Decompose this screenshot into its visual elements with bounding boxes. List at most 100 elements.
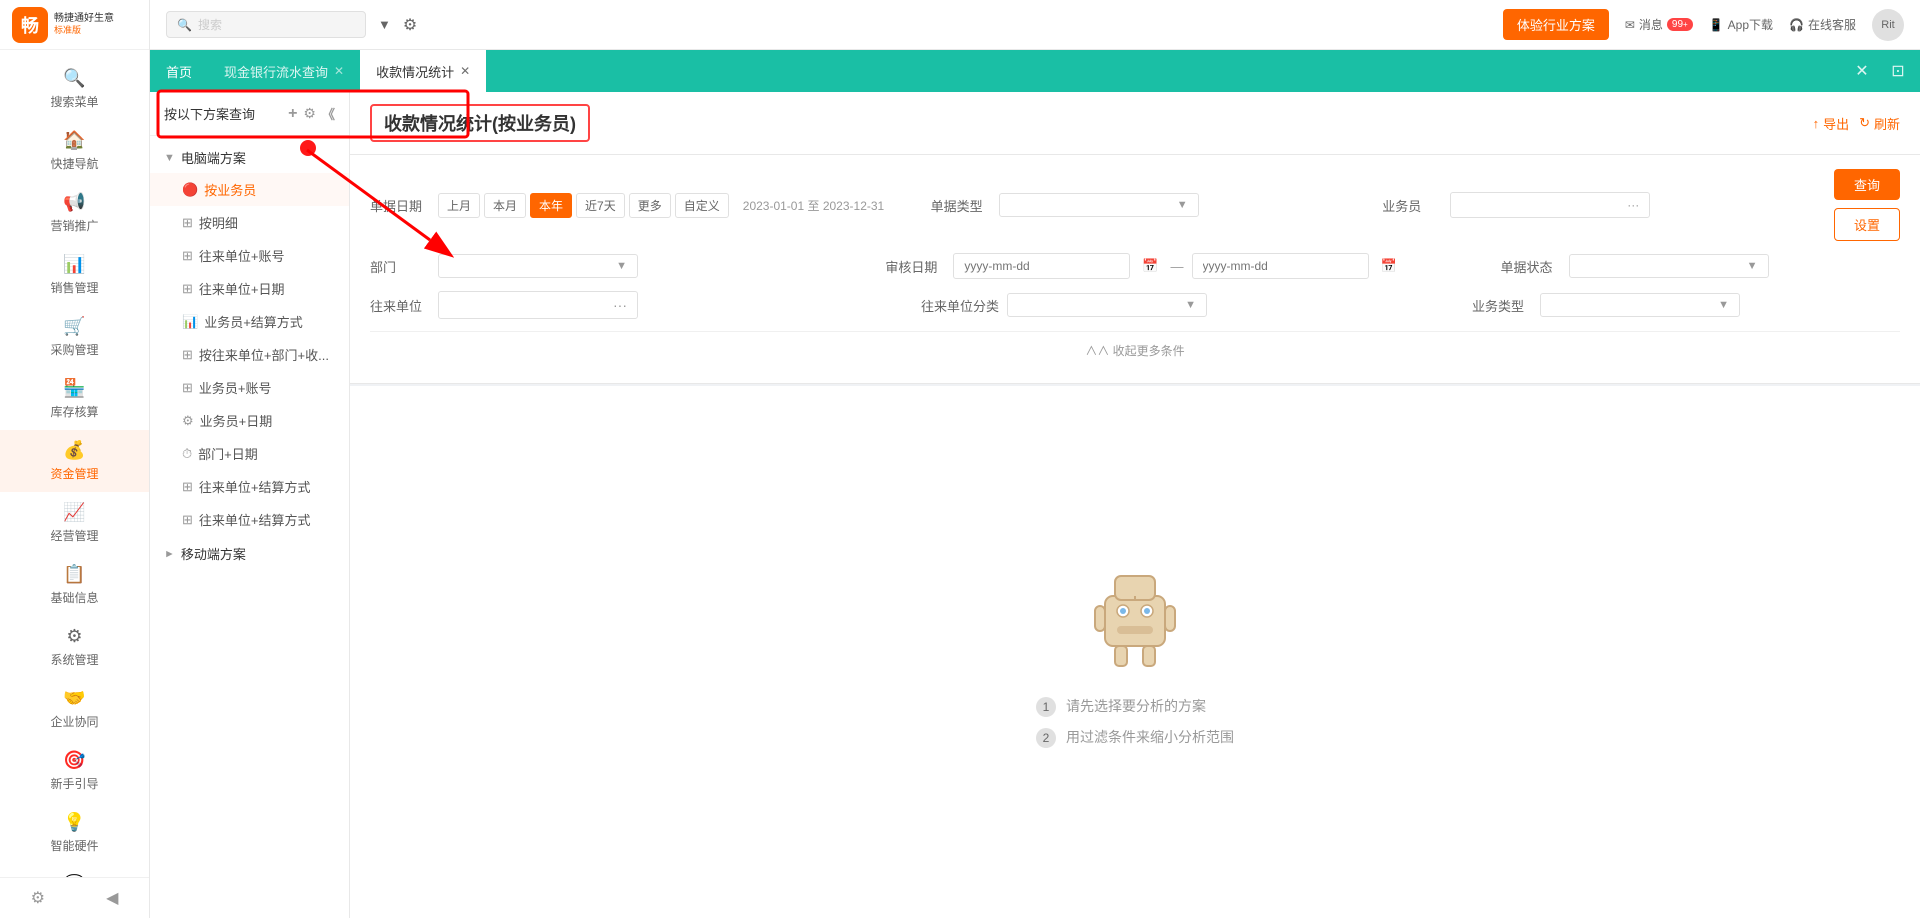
unit-account-icon: ⊞ [182, 248, 193, 264]
sidebar-item-basic[interactable]: 📋 基础信息 [0, 554, 149, 616]
scheme-item-salesperson-settlement[interactable]: 📊 业务员+结算方式 [150, 305, 349, 338]
tab-collection-stat-close[interactable]: ✕ [460, 64, 470, 78]
panel-settings-icon[interactable]: ⚙ [303, 105, 316, 122]
audit-date-label: 审核日期 [885, 257, 945, 276]
tab-restore-btn[interactable]: ⊡ [1884, 57, 1912, 85]
hint-num-1: 1 [1036, 697, 1056, 717]
home-icon: 🏠 [63, 130, 85, 151]
docstatus-select[interactable]: ▼ [1569, 254, 1769, 278]
scheme-item-salesperson-date[interactable]: ⚙ 业务员+日期 [150, 404, 349, 437]
app-download-label: App下载 [1728, 16, 1773, 33]
doctype-label: 单据类型 [931, 196, 991, 215]
scheme-item-salesperson-account[interactable]: ⊞ 业务员+账号 [150, 371, 349, 404]
dept-select[interactable]: ▼ [438, 254, 638, 278]
enterprise-icon: 🤝 [63, 688, 85, 709]
counterparty-select[interactable]: ··· [438, 291, 638, 319]
calendar-icon-from: 📅 [1142, 258, 1158, 274]
scheme-item-by-salesperson[interactable]: 🔴 按业务员 [150, 173, 349, 206]
phone-icon: 📱 [1709, 18, 1724, 32]
tab-bank-flow-close[interactable]: ✕ [334, 64, 344, 78]
customer-service-action[interactable]: 🎧 在线客服 [1789, 16, 1856, 33]
scheme-item-unit-settlement1[interactable]: ⊞ 往来单位+结算方式 [150, 470, 349, 503]
date-btn-more[interactable]: 更多 [629, 193, 671, 218]
app-download-action[interactable]: 📱 App下载 [1709, 16, 1773, 33]
audit-date-from-input[interactable] [953, 253, 1130, 279]
salesperson-select[interactable]: ··· [1450, 192, 1650, 218]
export-icon: ↑ [1813, 116, 1820, 131]
guide-icon: 🎯 [63, 750, 85, 771]
refresh-icon: ↻ [1859, 115, 1870, 131]
trial-button[interactable]: 体验行业方案 [1503, 9, 1609, 40]
date-btn-this-month[interactable]: 本月 [484, 193, 526, 218]
biztype-chevron: ▼ [1718, 299, 1729, 311]
filter-row-1: 单据日期 上月 本月 本年 近7天 更多 自定义 2023-01-01 [370, 169, 1900, 241]
header-search-icon: 🔍 [177, 18, 192, 32]
panel-add-icon[interactable]: + [288, 105, 297, 123]
biztype-select[interactable]: ▼ [1540, 293, 1740, 317]
scheme-group-mobile-header[interactable]: ▼ 移动端方案 [150, 538, 349, 569]
scheme-item-label: 业务员+结算方式 [204, 312, 303, 331]
header-search[interactable]: 🔍 搜索 [166, 11, 366, 38]
tab-close-all-btn[interactable]: ✕ [1848, 57, 1876, 85]
tab-collection-stat[interactable]: 收款情况统计 ✕ [360, 50, 486, 92]
filter-docstatus-group: 单据状态 ▼ [1501, 254, 1900, 278]
sidebar-item-quicknav[interactable]: 🏠 快捷导航 [0, 120, 149, 182]
export-button[interactable]: ↑ 导出 [1813, 114, 1850, 133]
date-btn-custom[interactable]: 自定义 [675, 193, 729, 218]
scheme-group-desktop-header[interactable]: ▼ 电脑端方案 [150, 142, 349, 173]
audit-date-to-input[interactable] [1192, 253, 1369, 279]
footer-collapse-icon[interactable]: ◀ [106, 888, 118, 908]
refresh-button[interactable]: ↻ 刷新 [1859, 114, 1900, 133]
sidebar-item-inventory[interactable]: 🏪 库存核算 [0, 368, 149, 430]
scheme-item-by-mingxi[interactable]: ⊞ 按明细 [150, 206, 349, 239]
sidebar-item-system[interactable]: ⚙ 系统管理 [0, 616, 149, 678]
sidebar-item-marketing[interactable]: 📢 营销推广 [0, 182, 149, 244]
scheme-item-unit-account[interactable]: ⊞ 往来单位+账号 [150, 239, 349, 272]
content-area: 按以下方案查询 + ⚙ 《 ▼ 电脑端方案 [150, 92, 1920, 918]
doctype-select[interactable]: ▼ [999, 193, 1199, 217]
panel-collapse-icon[interactable]: 《 [322, 104, 335, 123]
scheme-item-unit-settlement2[interactable]: ⊞ 往来单位+结算方式 [150, 503, 349, 536]
sidebar-item-purchase[interactable]: 🛒 采购管理 [0, 306, 149, 368]
collapse-more-btn[interactable]: ∧∧ 收起更多条件 [370, 331, 1900, 369]
sidebar-item-search[interactable]: 🔍 搜索菜单 [0, 58, 149, 120]
date-range: 2023-01-01 至 2023-12-31 [743, 197, 884, 214]
scheme-item-unit-dept-collection[interactable]: ⊞ 按往来单位+部门+收... [150, 338, 349, 371]
scheme-item-label: 部门+日期 [198, 444, 258, 463]
tab-bar: 首页 现金银行流水查询 ✕ 收款情况统计 ✕ ✕ ⊡ [150, 50, 1920, 92]
counterparty-category-select[interactable]: ▼ [1007, 293, 1207, 317]
user-avatar[interactable]: Rit [1872, 9, 1904, 41]
right-content: 收款情况统计(按业务员) ↑ 导出 ↻ 刷新 [350, 92, 1920, 918]
setting-button[interactable]: 设置 [1834, 208, 1900, 241]
footer-settings-icon[interactable]: ⚙ [31, 888, 45, 908]
mobile-group-label: 移动端方案 [181, 544, 246, 563]
scheme-item-dept-date[interactable]: ⏱ 部门+日期 [150, 437, 349, 470]
counterparty-category-chevron: ▼ [1185, 299, 1196, 311]
query-button[interactable]: 查询 [1834, 169, 1900, 200]
date-shortcuts: 上月 本月 本年 近7天 更多 自定义 [438, 193, 729, 218]
header-gear-icon[interactable]: ⚙ [403, 15, 417, 35]
date-btn-last-month[interactable]: 上月 [438, 193, 480, 218]
header-dropdown-icon[interactable]: ▼ [378, 17, 391, 32]
group-expand-icon: ▼ [164, 152, 175, 164]
sidebar-item-operation[interactable]: 📈 经营管理 [0, 492, 149, 554]
sidebar-item-sales[interactable]: 📊 销售管理 [0, 244, 149, 306]
empty-hint-2: 2 用过滤条件来缩小分析范围 [1036, 727, 1234, 748]
dept-label: 部门 [370, 257, 430, 276]
doctype-chevron: ▼ [1177, 199, 1188, 211]
tab-home[interactable]: 首页 [150, 50, 208, 92]
scheme-item-unit-date[interactable]: ⊞ 往来单位+日期 [150, 272, 349, 305]
empty-area: 1 请先选择要分析的方案 2 用过滤条件来缩小分析范围 [350, 386, 1920, 918]
sidebar-item-enterprise[interactable]: 🤝 企业协同 [0, 678, 149, 740]
date-btn-this-year[interactable]: 本年 [530, 193, 572, 218]
scheme-item-label: 按往来单位+部门+收... [199, 345, 329, 364]
message-action[interactable]: ✉ 消息 99+ [1625, 16, 1693, 33]
sidebar-item-wechat[interactable]: 💬 企业微信 [0, 864, 149, 877]
sidebar-item-hardware[interactable]: 💡 智能硬件 [0, 802, 149, 864]
scheme-item-label: 往来单位+账号 [199, 246, 285, 265]
tab-bank-flow[interactable]: 现金银行流水查询 ✕ [208, 50, 360, 92]
sidebar-item-guide[interactable]: 🎯 新手引导 [0, 740, 149, 802]
date-btn-7days[interactable]: 近7天 [576, 193, 625, 218]
robot-illustration [1075, 556, 1195, 676]
sidebar-item-finance[interactable]: 💰 资金管理 [0, 430, 149, 492]
